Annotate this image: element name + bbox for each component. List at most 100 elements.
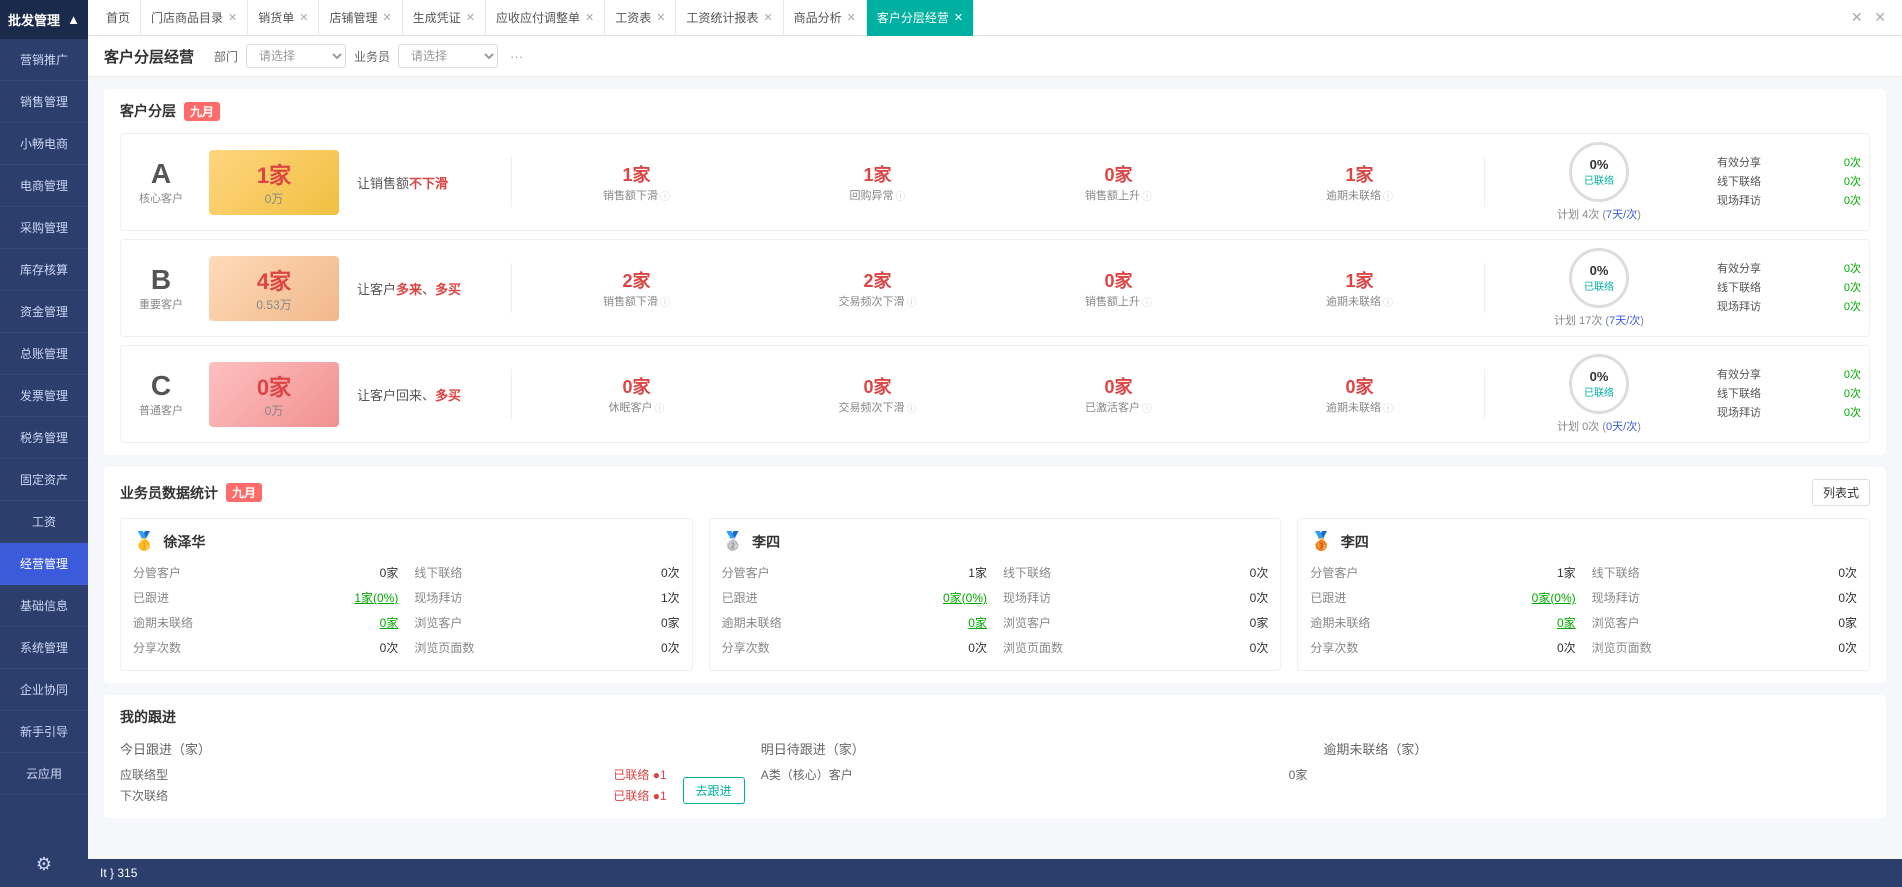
tier-row-B: B 重要客户 4家 0.53万 让客户多来、多买 2家 销售额下滑 ⓘ 2家 交… <box>120 239 1870 337</box>
tab-9[interactable]: 客户分层经营✕ <box>867 0 974 36</box>
close-all-tabs[interactable]: ✕ ✕ <box>1843 9 1894 26</box>
sidebar-item-2[interactable]: 小畅电商 <box>0 123 88 165</box>
go-followup-col: 去跟进 <box>683 739 745 804</box>
biz-stat-row: 浏览页面数 0次 <box>1592 637 1857 658</box>
tier-metrics-B: 2家 销售额下滑 ⓘ 2家 交易频次下滑 ⓘ 0家 销售额上升 ⓘ 1家 逾期未… <box>516 267 1480 309</box>
sidebar-item-12[interactable]: 经营管理 <box>0 543 88 585</box>
overdue-followup-col: 逾期未联络（家） <box>1323 739 1870 764</box>
biz-stat-row: 线下联络 0次 <box>1592 562 1857 583</box>
biz-person-name-2: 李四 <box>1341 532 1369 552</box>
biz-label: 业务员 <box>354 48 390 65</box>
tab-3[interactable]: 店铺管理✕ <box>319 0 402 36</box>
tomorrow-followup-col: 明日待跟进（家） A类（核心）客户 0家 <box>761 739 1308 785</box>
sidebar-item-0[interactable]: 营销推广 <box>0 39 88 81</box>
biz-stat-row: 现场拜访 0次 <box>1592 587 1857 608</box>
sidebar-item-1[interactable]: 销售管理 <box>0 81 88 123</box>
tab-8[interactable]: 商品分析✕ <box>784 0 867 36</box>
tier-suggestion-A: 让销售额不下滑 <box>347 173 507 192</box>
sidebar-item-4[interactable]: 采购管理 <box>0 207 88 249</box>
tier-row-C: C 普通客户 0家 0万 让客户回来、多买 0家 休眠客户 ⓘ 0家 交易频次下… <box>120 345 1870 443</box>
sidebar-item-7[interactable]: 总账管理 <box>0 333 88 375</box>
tab-1[interactable]: 门店商品目录✕ <box>141 0 248 36</box>
sidebar-top[interactable]: 批发管理 ▲ <box>0 0 88 39</box>
sidebar-item-8[interactable]: 发票管理 <box>0 375 88 417</box>
tier-metrics-A: 1家 销售额下滑 ⓘ 1家 回购异常 ⓘ 0家 销售额上升 ⓘ 1家 逾期未联络… <box>516 161 1480 203</box>
tier-metrics-C: 0家 休眠客户 ⓘ 0家 交易频次下滑 ⓘ 0家 已激活客户 ⓘ 0家 逾期未联… <box>516 373 1480 415</box>
dept-label: 部门 <box>214 48 238 65</box>
tab-bar: 首页门店商品目录✕销货单✕店铺管理✕生成凭证✕应收应付调整单✕工资表✕工资统计报… <box>88 0 1902 36</box>
tab-close-7[interactable]: ✕ <box>763 11 772 24</box>
biz-stat-row: 分享次数 0次 <box>1310 637 1575 658</box>
settings-icon[interactable]: ⚙ <box>0 842 88 887</box>
biz-stat-row: 分享次数 0次 <box>722 637 987 658</box>
sidebar-item-9[interactable]: 税务管理 <box>0 417 88 459</box>
today-followup-col: 今日跟进（家） 应联络型 已联络 ●1 下次联络 已联络 ●1 <box>120 739 667 806</box>
follow-section-title: 我的跟进 <box>120 707 1870 727</box>
tab-6[interactable]: 工资表✕ <box>605 0 676 36</box>
biz-stat-row: 已跟进 0家(0%) <box>1310 587 1575 608</box>
tab-close-2[interactable]: ✕ <box>299 11 308 24</box>
filter-group: 部门 请选择 业务员 请选择 ··· <box>214 44 523 68</box>
metric-item: 0家 销售额上升 ⓘ <box>998 267 1239 309</box>
tomorrow-row-1: A类（核心）客户 0家 <box>761 764 1308 785</box>
biz-stat-row: 线下联络 0次 <box>1003 562 1268 583</box>
filter-more-icon[interactable]: ··· <box>510 49 523 64</box>
sidebar-item-13[interactable]: 基础信息 <box>0 585 88 627</box>
sidebar-collapse-icon[interactable]: ▲ <box>67 12 80 27</box>
followup-plan-C: 计划 0次 (0天/次) <box>1557 418 1641 434</box>
tab-4[interactable]: 生成凭证✕ <box>403 0 486 36</box>
tab-close-3[interactable]: ✕ <box>383 11 392 24</box>
tab-close-5[interactable]: ✕ <box>585 11 594 24</box>
go-followup-button[interactable]: 去跟进 <box>683 777 745 804</box>
followup-stats-C: 0% 已联络 计划 0次 (0天/次) <box>1489 354 1709 434</box>
list-view-button[interactable]: 列表式 <box>1812 479 1870 506</box>
biz-section: 业务员数据统计 九月 列表式 🥇 徐泽华 分管客户 0家 线下联络 0次 已跟进… <box>104 467 1886 683</box>
tier-label-C: C 普通客户 <box>121 370 201 418</box>
sidebar-item-5[interactable]: 库存核算 <box>0 249 88 291</box>
biz-stat-row: 浏览客户 0家 <box>1003 612 1268 633</box>
tab-0[interactable]: 首页 <box>96 0 141 36</box>
tab-2[interactable]: 销货单✕ <box>248 0 319 36</box>
sidebar-item-11[interactable]: 工资 <box>0 501 88 543</box>
tab-close-1[interactable]: ✕ <box>228 11 237 24</box>
sidebar-item-6[interactable]: 资金管理 <box>0 291 88 333</box>
sidebar-item-14[interactable]: 系统管理 <box>0 627 88 669</box>
biz-stat-row: 浏览页面数 0次 <box>414 637 679 658</box>
biz-person-2: 🥉 李四 <box>1310 531 1857 552</box>
biz-stat-row: 现场拜访 1次 <box>414 587 679 608</box>
main-content: 首页门店商品目录✕销货单✕店铺管理✕生成凭证✕应收应付调整单✕工资表✕工资统计报… <box>88 0 1902 887</box>
followup-circle-C: 0% 已联络 <box>1569 354 1629 414</box>
sidebar-item-3[interactable]: 电商管理 <box>0 165 88 207</box>
follow-section: 我的跟进 今日跟进（家） 应联络型 已联络 ●1 下次联络 已联络 ●1 去跟进 <box>104 695 1886 818</box>
sidebar-top-label: 批发管理 <box>8 10 60 29</box>
tab-7[interactable]: 工资统计报表✕ <box>676 0 783 36</box>
tab-close-6[interactable]: ✕ <box>656 11 665 24</box>
dept-select[interactable]: 请选择 <box>246 44 346 68</box>
tier-count-box-A: 1家 0万 <box>209 150 339 215</box>
metric-item: 2家 交易频次下滑 ⓘ <box>757 267 998 309</box>
sidebar-item-10[interactable]: 固定资产 <box>0 459 88 501</box>
sidebar-item-17[interactable]: 云应用 <box>0 753 88 795</box>
biz-stat-row: 逾期未联络 0家 <box>1310 612 1575 633</box>
biz-month-badge: 九月 <box>226 483 262 502</box>
metric-item: 1家 逾期未联络 ⓘ <box>1239 161 1480 203</box>
biz-person-1: 🥈 李四 <box>722 531 1269 552</box>
metric-item: 0家 已激活客户 ⓘ <box>998 373 1239 415</box>
biz-stat-row: 浏览客户 0家 <box>1592 612 1857 633</box>
biz-select[interactable]: 请选择 <box>398 44 498 68</box>
metric-item: 2家 销售额下滑 ⓘ <box>516 267 757 309</box>
page-header: 客户分层经营 部门 请选择 业务员 请选择 ··· <box>88 36 1902 77</box>
tier-count-box-B: 4家 0.53万 <box>209 256 339 321</box>
tab-close-9[interactable]: ✕ <box>954 11 963 24</box>
right-stat-row: 线下联络0次 <box>1717 173 1861 189</box>
page-content: 客户分层 九月 A 核心客户 1家 0万 让销售额不下滑 1家 销售额下滑 ⓘ … <box>88 77 1902 859</box>
tab-close-4[interactable]: ✕ <box>466 11 475 24</box>
sidebar-item-16[interactable]: 新手引导 <box>0 711 88 753</box>
biz-card-0: 🥇 徐泽华 分管客户 0家 线下联络 0次 已跟进 1家(0%) 现场拜访 1次… <box>120 518 693 671</box>
biz-stats-grid: 分管客户 1家 线下联络 0次 已跟进 0家(0%) 现场拜访 0次 逾期未联络… <box>722 562 1269 658</box>
tab-5[interactable]: 应收应付调整单✕ <box>486 0 605 36</box>
sidebar-item-15[interactable]: 企业协同 <box>0 669 88 711</box>
tab-close-8[interactable]: ✕ <box>847 11 856 24</box>
biz-stat-row: 分管客户 1家 <box>722 562 987 583</box>
biz-person-name-1: 李四 <box>752 532 780 552</box>
